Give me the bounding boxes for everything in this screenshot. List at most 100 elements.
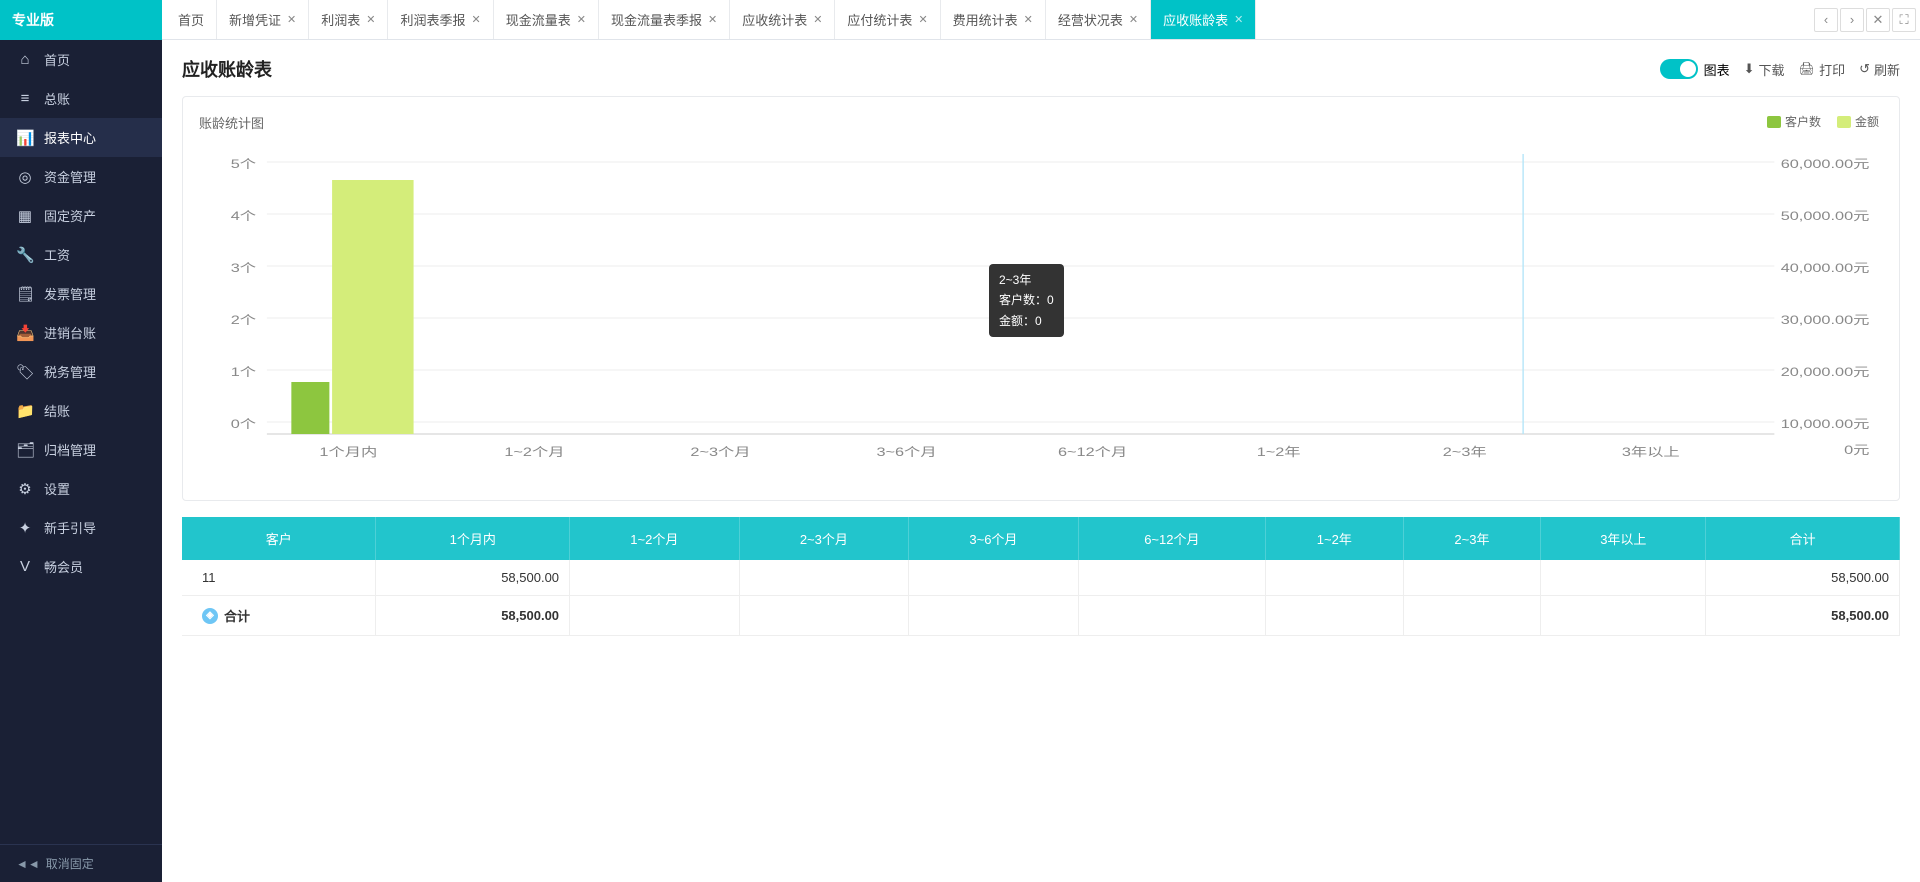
tab-voucher[interactable]: 新增凭证 ✕ bbox=[217, 0, 309, 40]
sidebar-item-stock[interactable]: 📥 进销台账 bbox=[0, 313, 162, 352]
ledger-icon: ≡ bbox=[16, 90, 34, 107]
bar-amount-0 bbox=[332, 180, 413, 434]
tab-cashflow-quarterly[interactable]: 现金流量表季报 ✕ bbox=[599, 0, 730, 40]
sidebar-item-reports[interactable]: 📊 报表中心 bbox=[0, 118, 162, 157]
tab-expense-stat[interactable]: 费用统计表 ✕ bbox=[941, 0, 1046, 40]
tab-receivable-stat[interactable]: 应收统计表 ✕ bbox=[730, 0, 835, 40]
th-m12: 1~2个月 bbox=[570, 517, 740, 560]
print-icon: 🖨 bbox=[1799, 61, 1816, 77]
sidebar-item-member[interactable]: V 畅会员 bbox=[0, 547, 162, 586]
unpin-icon: ◄◄ bbox=[16, 857, 40, 871]
tab-prev-button[interactable]: ‹ bbox=[1814, 8, 1838, 32]
tab-next-button[interactable]: › bbox=[1840, 8, 1864, 32]
th-m612: 6~12个月 bbox=[1078, 517, 1265, 560]
tab-cashflow[interactable]: 现金流量表 ✕ bbox=[494, 0, 599, 40]
tab-profit-quarterly[interactable]: 利润表季报 ✕ bbox=[388, 0, 493, 40]
chart-toggle[interactable] bbox=[1660, 59, 1698, 79]
svg-text:20,000.00元: 20,000.00元 bbox=[1781, 366, 1870, 379]
tab-receivable-age[interactable]: 应收账龄表 ✕ bbox=[1151, 0, 1256, 40]
chart-svg: 5个 4个 3个 2个 1个 0个 60,000.00元 50,000.00元 … bbox=[199, 144, 1883, 484]
legend-customer: 客户数 bbox=[1767, 113, 1821, 130]
chart-container: 账龄统计图 客户数 金额 5个 4个 bbox=[182, 96, 1900, 501]
tab-cashflow-close[interactable]: ✕ bbox=[577, 13, 586, 26]
sidebar-label-archive: 归档管理 bbox=[44, 440, 96, 459]
tab-cashflow-quarterly-close[interactable]: ✕ bbox=[708, 13, 717, 26]
sidebar-item-invoice[interactable]: 🗒 发票管理 bbox=[0, 274, 162, 313]
svg-text:2~3年: 2~3年 bbox=[1443, 445, 1487, 459]
guide-icon: ✦ bbox=[16, 519, 34, 537]
tab-home[interactable]: 首页 bbox=[166, 0, 217, 40]
chart-toggle-wrap: 图表 bbox=[1660, 59, 1730, 79]
svg-text:1~2年: 1~2年 bbox=[1257, 445, 1301, 459]
tab-close-all-button[interactable]: ✕ bbox=[1866, 8, 1890, 32]
tab-profit-close[interactable]: ✕ bbox=[366, 13, 375, 26]
td-total-m36 bbox=[909, 596, 1079, 636]
svg-text:50,000.00元: 50,000.00元 bbox=[1781, 210, 1870, 223]
tab-profit-label: 利润表 bbox=[321, 10, 360, 29]
tab-payable-stat[interactable]: 应付统计表 ✕ bbox=[835, 0, 940, 40]
svg-text:60,000.00元: 60,000.00元 bbox=[1781, 158, 1870, 171]
download-label: 下载 bbox=[1759, 60, 1785, 79]
sidebar-item-assets[interactable]: ▦ 固定资产 bbox=[0, 196, 162, 235]
td-total-label: ◈ 合计 bbox=[182, 596, 376, 635]
sidebar-item-settings[interactable]: ⚙ 设置 bbox=[0, 469, 162, 508]
td-total-m612 bbox=[1078, 596, 1265, 636]
page-content: 应收账龄表 图表 ⬇ 下载 🖨 打印 ↺ bbox=[162, 40, 1920, 882]
sidebar-item-home[interactable]: ⌂ 首页 bbox=[0, 40, 162, 79]
tabbar-navigation: ‹ › ✕ ⛶ bbox=[1814, 8, 1916, 32]
sidebar-item-close[interactable]: 📁 结账 bbox=[0, 391, 162, 430]
td-m1-0: 58,500.00 bbox=[376, 560, 570, 596]
print-button[interactable]: 🖨 打印 bbox=[1799, 60, 1846, 79]
tab-receivable-age-close[interactable]: ✕ bbox=[1234, 13, 1243, 26]
member-icon: V bbox=[16, 558, 34, 575]
sidebar-item-guide[interactable]: ✦ 新手引导 bbox=[0, 508, 162, 547]
legend-amount-color bbox=[1837, 116, 1851, 128]
svg-text:1个月内: 1个月内 bbox=[319, 445, 377, 459]
td-total-y23 bbox=[1403, 596, 1541, 636]
tab-payable-stat-close[interactable]: ✕ bbox=[918, 13, 927, 26]
tab-operation-close[interactable]: ✕ bbox=[1129, 13, 1138, 26]
sidebar-item-archive[interactable]: 🗂 归档管理 bbox=[0, 430, 162, 469]
tab-voucher-close[interactable]: ✕ bbox=[287, 13, 296, 26]
tab-operation[interactable]: 经营状况表 ✕ bbox=[1046, 0, 1151, 40]
home-icon: ⌂ bbox=[16, 51, 34, 68]
tab-profit[interactable]: 利润表 ✕ bbox=[309, 0, 388, 40]
reports-icon: 📊 bbox=[16, 129, 34, 147]
page-actions: 图表 ⬇ 下载 🖨 打印 ↺ 刷新 bbox=[1660, 59, 1900, 79]
tab-cashflow-label: 现金流量表 bbox=[506, 10, 571, 29]
th-y23: 2~3年 bbox=[1403, 517, 1541, 560]
sidebar-label-home: 首页 bbox=[44, 50, 70, 69]
page-header: 应收账龄表 图表 ⬇ 下载 🖨 打印 ↺ bbox=[182, 56, 1900, 82]
tab-payable-stat-label: 应付统计表 bbox=[847, 10, 912, 29]
td-m12-0 bbox=[570, 560, 740, 596]
sidebar-label-invoice: 发票管理 bbox=[44, 284, 96, 303]
tab-expense-stat-close[interactable]: ✕ bbox=[1024, 13, 1033, 26]
sidebar-label-stock: 进销台账 bbox=[44, 323, 96, 342]
refresh-button[interactable]: ↺ 刷新 bbox=[1859, 60, 1900, 79]
sidebar-item-salary[interactable]: 🔧 工资 bbox=[0, 235, 162, 274]
svg-text:1~2个月: 1~2个月 bbox=[504, 445, 564, 459]
table-row: 11 58,500.00 58,500.00 bbox=[182, 560, 1900, 596]
tab-expand-button[interactable]: ⛶ bbox=[1892, 8, 1916, 32]
sidebar-item-tax[interactable]: 🏷 税务管理 bbox=[0, 352, 162, 391]
chart-legend: 客户数 金额 bbox=[1767, 113, 1879, 130]
refresh-icon: ↺ bbox=[1859, 61, 1870, 77]
sidebar-label-salary: 工资 bbox=[44, 245, 70, 264]
sidebar-unpin[interactable]: ◄◄ 取消固定 bbox=[0, 844, 162, 882]
tab-receivable-stat-close[interactable]: ✕ bbox=[813, 13, 822, 26]
svg-text:3个: 3个 bbox=[231, 261, 256, 275]
sidebar-item-capital[interactable]: ◎ 资金管理 bbox=[0, 157, 162, 196]
download-button[interactable]: ⬇ 下载 bbox=[1744, 60, 1785, 79]
svg-text:3年以上: 3年以上 bbox=[1622, 445, 1680, 459]
sidebar-item-ledger[interactable]: ≡ 总账 bbox=[0, 79, 162, 118]
tab-cashflow-quarterly-label: 现金流量表季报 bbox=[611, 10, 702, 29]
sidebar-label-member: 畅会员 bbox=[44, 557, 83, 576]
bar-customer-0 bbox=[291, 382, 329, 434]
tabbar: 首页 新增凭证 ✕ 利润表 ✕ 利润表季报 ✕ 现金流量表 ✕ 现金流量表季报 … bbox=[162, 0, 1920, 40]
svg-text:1个: 1个 bbox=[231, 365, 256, 379]
tab-profit-quarterly-close[interactable]: ✕ bbox=[472, 13, 481, 26]
legend-amount: 金额 bbox=[1837, 113, 1879, 130]
td-total-m1: 58,500.00 bbox=[376, 596, 570, 636]
sidebar: 专业版 ⌂ 首页 ≡ 总账 📊 报表中心 ◎ 资金管理 ▦ 固定资产 🔧 工资 … bbox=[0, 0, 162, 882]
tab-receivable-age-label: 应收账龄表 bbox=[1163, 10, 1228, 29]
